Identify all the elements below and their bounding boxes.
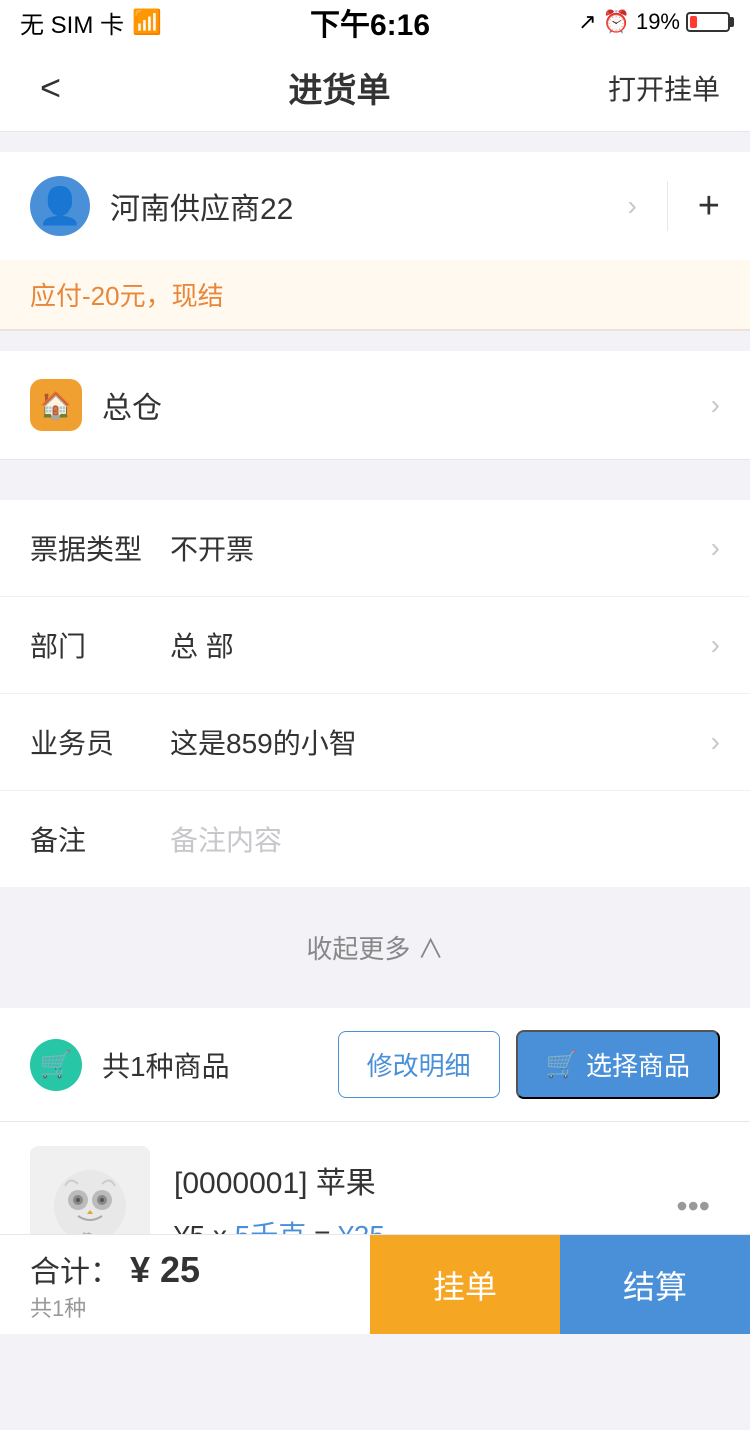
product-title: 苹果 [316,1167,376,1200]
salesperson-label: 业务员 [30,722,150,762]
checkout-button[interactable]: 结算 [560,1235,750,1334]
product-code: [0000001] [174,1167,307,1200]
carrier-text: 无 SIM 卡 [20,5,124,40]
salesperson-value: 这是859的小智 [170,722,711,762]
footer-total-row: 合计： ¥ 25 [30,1247,340,1291]
products-icon: 🛒 [30,1039,82,1091]
invoice-label: 票据类型 [30,528,150,568]
products-header: 🛒 共1种商品 修改明细 🛒 选择商品 [0,1008,750,1122]
warehouse-icon: 🏠 [30,379,82,431]
page-title: 进货单 [289,63,391,112]
warehouse-row[interactable]: 🏠 总仓 › [0,351,750,460]
wifi-icon: 📶 [132,8,162,37]
status-bar: 无 SIM 卡 📶 下午6:16 ↗ ⏰ 19% [0,0,750,44]
nav-bar: < 进货单 打开挂单 [0,44,750,132]
chevron-right-icon: › [711,389,720,421]
supplier-section: 👤 河南供应商22 › + 应付-20元，现结 [0,152,750,331]
alarm-icon: ⏰ [603,9,630,35]
hang-button[interactable]: 挂单 [370,1235,560,1334]
status-time: 下午6:16 [310,0,430,44]
add-button[interactable]: + [698,185,720,228]
warehouse-section: 🏠 总仓 › [0,351,750,460]
chevron-right-icon: › [711,726,720,758]
back-button[interactable]: < [30,57,71,119]
more-button[interactable]: ••• [666,1178,720,1235]
avatar: 👤 [30,176,90,236]
footer-total: 合计： ¥ 25 共1种 [0,1235,370,1334]
chevron-right-icon: › [627,190,636,222]
battery-percent: 19% [636,9,680,35]
chevron-right-icon: › [711,532,720,564]
chevron-right-icon: › [711,629,720,661]
balance-notice: 应付-20元，现结 [0,260,750,330]
form-row-department[interactable]: 部门 总 部 › [0,597,750,694]
invoice-value: 不开票 [170,528,711,568]
open-hang-button[interactable]: 打开挂单 [608,68,720,108]
warehouse-name: 总仓 [102,383,711,427]
remark-input[interactable]: 备注内容 [170,819,720,859]
total-label: 合计： [30,1247,120,1291]
form-row-salesperson[interactable]: 业务员 这是859的小智 › [0,694,750,791]
select-product-button[interactable]: 🛒 选择商品 [516,1030,720,1099]
supplier-name: 河南供应商22 [110,184,627,228]
location-icon: ↗ [578,9,596,35]
collapse-button[interactable]: 收起更多 ∧ [0,907,750,988]
form-section: 票据类型 不开票 › 部门 总 部 › 业务员 这是859的小智 › 备注 备注… [0,500,750,887]
department-value: 总 部 [170,625,711,665]
supplier-actions: › + [627,181,720,231]
divider [667,181,668,231]
form-row-remark[interactable]: 备注 备注内容 [0,791,750,887]
remark-label: 备注 [30,819,150,859]
total-amount: ¥ 25 [130,1249,200,1291]
battery-icon [686,12,730,32]
supplier-row[interactable]: 👤 河南供应商22 › + [0,152,750,260]
modify-detail-button[interactable]: 修改明细 [338,1031,500,1098]
footer-bar: 合计： ¥ 25 共1种 挂单 结算 [0,1234,750,1334]
select-product-label: 选择商品 [586,1046,690,1083]
total-sub: 共1种 [30,1291,340,1323]
products-count: 共1种商品 [102,1045,338,1085]
department-label: 部门 [30,625,150,665]
form-row-invoice[interactable]: 票据类型 不开票 › [0,500,750,597]
status-left: 无 SIM 卡 📶 [20,5,162,40]
product-name: [0000001] 苹果 [174,1158,642,1202]
status-right: ↗ ⏰ 19% [578,9,730,35]
cart-icon: 🛒 [546,1049,578,1080]
